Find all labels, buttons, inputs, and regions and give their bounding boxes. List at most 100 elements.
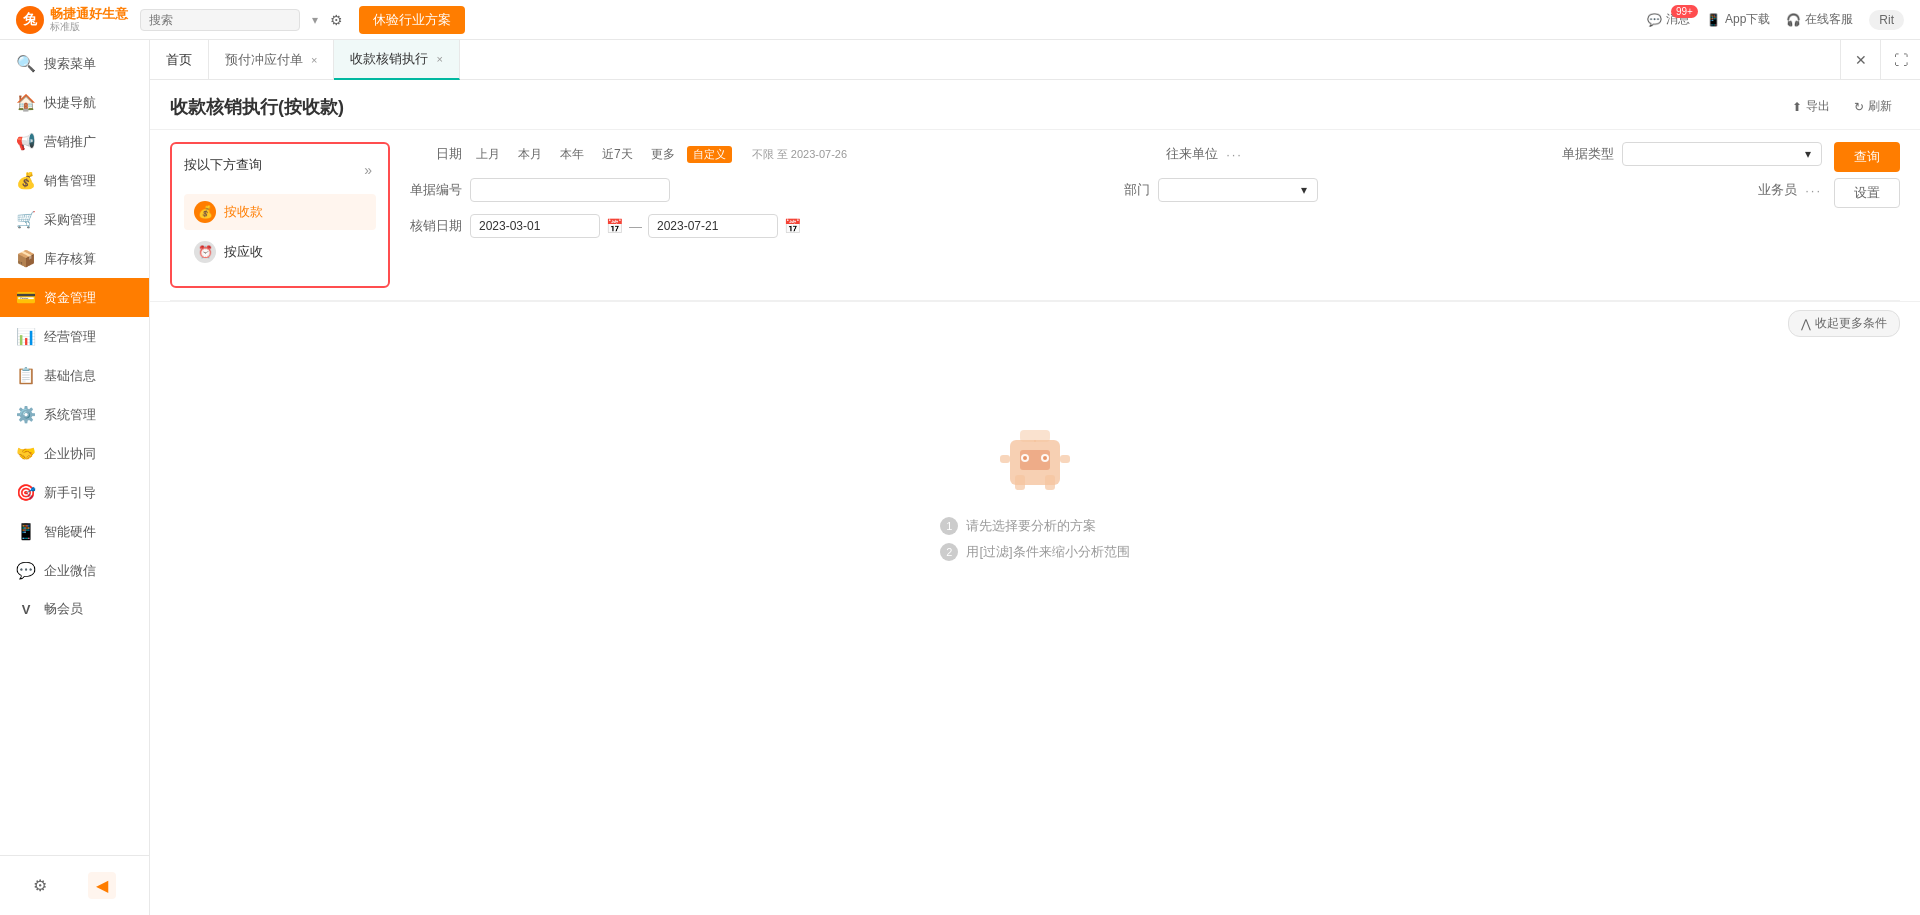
sidebar-item-quick-nav[interactable]: 🏠 快捷导航 bbox=[0, 83, 149, 122]
sidebar-label-marketing: 营销推广 bbox=[44, 133, 96, 151]
last-month-btn[interactable]: 上月 bbox=[470, 144, 506, 165]
tab-writeoff[interactable]: 收款核销执行 × bbox=[334, 40, 459, 80]
filter-receivable-label: 按应收 bbox=[224, 243, 263, 261]
start-cal-icon[interactable]: 📅 bbox=[606, 218, 623, 234]
headset-icon: 🎧 bbox=[1786, 13, 1801, 27]
industry-btn[interactable]: 休验行业方案 bbox=[359, 6, 465, 34]
tip-text-2: 用[过滤]条件来缩小分析范围 bbox=[966, 543, 1129, 561]
doc-no-input[interactable] bbox=[470, 178, 670, 202]
collapse-more-btn[interactable]: ⋀ 收起更多条件 bbox=[1788, 310, 1900, 337]
filter-query-panel: 按以下方查询 » 💰 按收款 ⏰ 按应收 bbox=[170, 142, 390, 288]
chevron-down-icon[interactable]: ▾ bbox=[312, 13, 318, 27]
main-layout: 🔍 搜索菜单 🏠 快捷导航 📢 营销推广 💰 销售管理 🛒 采购管理 📦 bbox=[0, 40, 1920, 915]
enterprise-icon: 🤝 bbox=[16, 444, 36, 463]
empty-illustration bbox=[985, 405, 1085, 505]
online-service-btn[interactable]: 🎧 在线客服 bbox=[1786, 11, 1853, 28]
this-month-btn[interactable]: 本月 bbox=[512, 144, 548, 165]
sidebar-label-hardware: 智能硬件 bbox=[44, 523, 96, 541]
app-download-btn[interactable]: 📱 App下载 bbox=[1706, 11, 1770, 28]
tab-home-label: 首页 bbox=[166, 51, 192, 69]
filter-panel-collapse-btn[interactable]: » bbox=[360, 158, 376, 182]
salesperson-label: 业务员 bbox=[1737, 181, 1797, 199]
page-header: 收款核销执行(按收款) ⬆ 导出 ↻ 刷新 bbox=[150, 80, 1920, 130]
this-year-btn[interactable]: 本年 bbox=[554, 144, 590, 165]
tip-num-2: 2 bbox=[940, 543, 958, 561]
more-btn[interactable]: 更多 bbox=[645, 144, 681, 165]
dept-select[interactable]: ▾ bbox=[1158, 178, 1318, 202]
username-label: Rit bbox=[1879, 13, 1894, 27]
sidebar-item-enterprise[interactable]: 🤝 企业协同 bbox=[0, 434, 149, 473]
message-badge: 99+ bbox=[1671, 5, 1698, 18]
sidebar-item-basic-info[interactable]: 📋 基础信息 bbox=[0, 356, 149, 395]
message-btn[interactable]: 💬 消息 99+ bbox=[1647, 11, 1690, 28]
settings-icon[interactable]: ⚙ bbox=[330, 12, 343, 28]
sidebar-item-hardware[interactable]: 📱 智能硬件 bbox=[0, 512, 149, 551]
tab-prepay-close[interactable]: × bbox=[311, 54, 317, 66]
sidebar-item-purchase[interactable]: 🛒 采购管理 bbox=[0, 200, 149, 239]
empty-tip-1: 1 请先选择要分析的方案 bbox=[940, 517, 1129, 535]
sidebar-label-wechat: 企业微信 bbox=[44, 562, 96, 580]
close-all-btn[interactable]: ✕ bbox=[1840, 40, 1880, 80]
page-header-actions: ⬆ 导出 ↻ 刷新 bbox=[1784, 94, 1900, 119]
app-download-icon: 📱 bbox=[1706, 13, 1721, 27]
doc-type-select[interactable]: ▾ bbox=[1622, 142, 1822, 166]
topbar-right: 💬 消息 99+ 📱 App下载 🎧 在线客服 Rit bbox=[1647, 10, 1904, 30]
app-logo: 兔 畅捷通好生意 标准版 bbox=[16, 6, 128, 34]
writeoff-end-date[interactable]: 2023-07-21 bbox=[648, 214, 778, 238]
setting-btn[interactable]: 设置 bbox=[1834, 178, 1900, 208]
sidebar-label-member: 畅会员 bbox=[44, 600, 83, 618]
writeoff-date-label: 核销日期 bbox=[402, 217, 462, 235]
svg-rect-6 bbox=[1015, 475, 1025, 490]
topbar-search-input[interactable] bbox=[140, 9, 300, 31]
tab-prepay-label: 预付冲应付单 bbox=[225, 51, 303, 69]
last-7days-btn[interactable]: 近7天 bbox=[596, 144, 639, 165]
sidebar-item-guide[interactable]: 🎯 新手引导 bbox=[0, 473, 149, 512]
doc-no-filter-item: 单据编号 bbox=[402, 178, 670, 202]
filter-right: 日期 上月 本月 本年 近7天 更多 自定义 bbox=[402, 142, 1900, 288]
export-icon: ⬆ bbox=[1792, 100, 1802, 114]
tab-writeoff-close[interactable]: × bbox=[436, 53, 442, 65]
svg-rect-9 bbox=[1060, 455, 1070, 463]
sidebar-item-marketing[interactable]: 📢 营销推广 bbox=[0, 122, 149, 161]
sidebar-label-enterprise: 企业协同 bbox=[44, 445, 96, 463]
writeoff-date-range: 2023-03-01 📅 — 2023-07-21 📅 bbox=[470, 214, 801, 238]
end-cal-icon[interactable]: 📅 bbox=[784, 218, 801, 234]
tab-home[interactable]: 首页 bbox=[150, 40, 209, 80]
sidebar-item-member[interactable]: V 畅会员 bbox=[0, 590, 149, 628]
sidebar-item-system[interactable]: ⚙️ 系统管理 bbox=[0, 395, 149, 434]
query-btn[interactable]: 查询 bbox=[1834, 142, 1900, 172]
partner-label: 往来单位 bbox=[1158, 145, 1218, 163]
sidebar-item-inventory[interactable]: 📦 库存核算 bbox=[0, 239, 149, 278]
sidebar-item-search-menu[interactable]: 🔍 搜索菜单 bbox=[0, 44, 149, 83]
tip-text-1: 请先选择要分析的方案 bbox=[966, 517, 1096, 535]
sidebar-item-sales[interactable]: 💰 销售管理 bbox=[0, 161, 149, 200]
writeoff-start-date[interactable]: 2023-03-01 bbox=[470, 214, 600, 238]
partner-select-dots[interactable]: ··· bbox=[1226, 147, 1243, 162]
filter-by-receipt[interactable]: 💰 按收款 bbox=[184, 194, 376, 230]
sidebar-item-finance[interactable]: 💳 资金管理 bbox=[0, 278, 149, 317]
refresh-btn[interactable]: ↻ 刷新 bbox=[1846, 94, 1900, 119]
system-icon: ⚙️ bbox=[16, 405, 36, 424]
expand-btn[interactable]: ⛶ bbox=[1880, 40, 1920, 80]
sidebar-item-operations[interactable]: 📊 经营管理 bbox=[0, 317, 149, 356]
tab-writeoff-label: 收款核销执行 bbox=[350, 50, 428, 68]
user-avatar[interactable]: Rit bbox=[1869, 10, 1904, 30]
tabbar: 首页 预付冲应付单 × 收款核销执行 × ✕ ⛶ bbox=[150, 40, 1920, 80]
collapse-more-label: 收起更多条件 bbox=[1815, 315, 1887, 332]
tab-prepay[interactable]: 预付冲应付单 × bbox=[209, 40, 334, 80]
filter-by-receivable[interactable]: ⏰ 按应收 bbox=[184, 234, 376, 270]
doc-type-label: 单据类型 bbox=[1554, 145, 1614, 163]
marketing-icon: 📢 bbox=[16, 132, 36, 151]
operations-icon: 📊 bbox=[16, 327, 36, 346]
app-version: 标准版 bbox=[50, 21, 128, 33]
empty-tips: 1 请先选择要分析的方案 2 用[过滤]条件来缩小分析范围 bbox=[940, 517, 1129, 561]
collapse-sidebar-icon[interactable]: ◀ bbox=[88, 872, 116, 899]
salesperson-dots[interactable]: ··· bbox=[1805, 183, 1822, 198]
bottom-settings-icon[interactable]: ⚙ bbox=[33, 876, 47, 895]
salesperson-filter-item: 业务员 ··· bbox=[1737, 181, 1822, 199]
dept-label: 部门 bbox=[1090, 181, 1150, 199]
filter-left-panel: 按以下方查询 » 💰 按收款 ⏰ 按应收 bbox=[170, 142, 390, 288]
sidebar-bottom: ⚙ ◀ bbox=[0, 855, 149, 915]
export-btn[interactable]: ⬆ 导出 bbox=[1784, 94, 1838, 119]
sidebar-item-wechat[interactable]: 💬 企业微信 bbox=[0, 551, 149, 590]
